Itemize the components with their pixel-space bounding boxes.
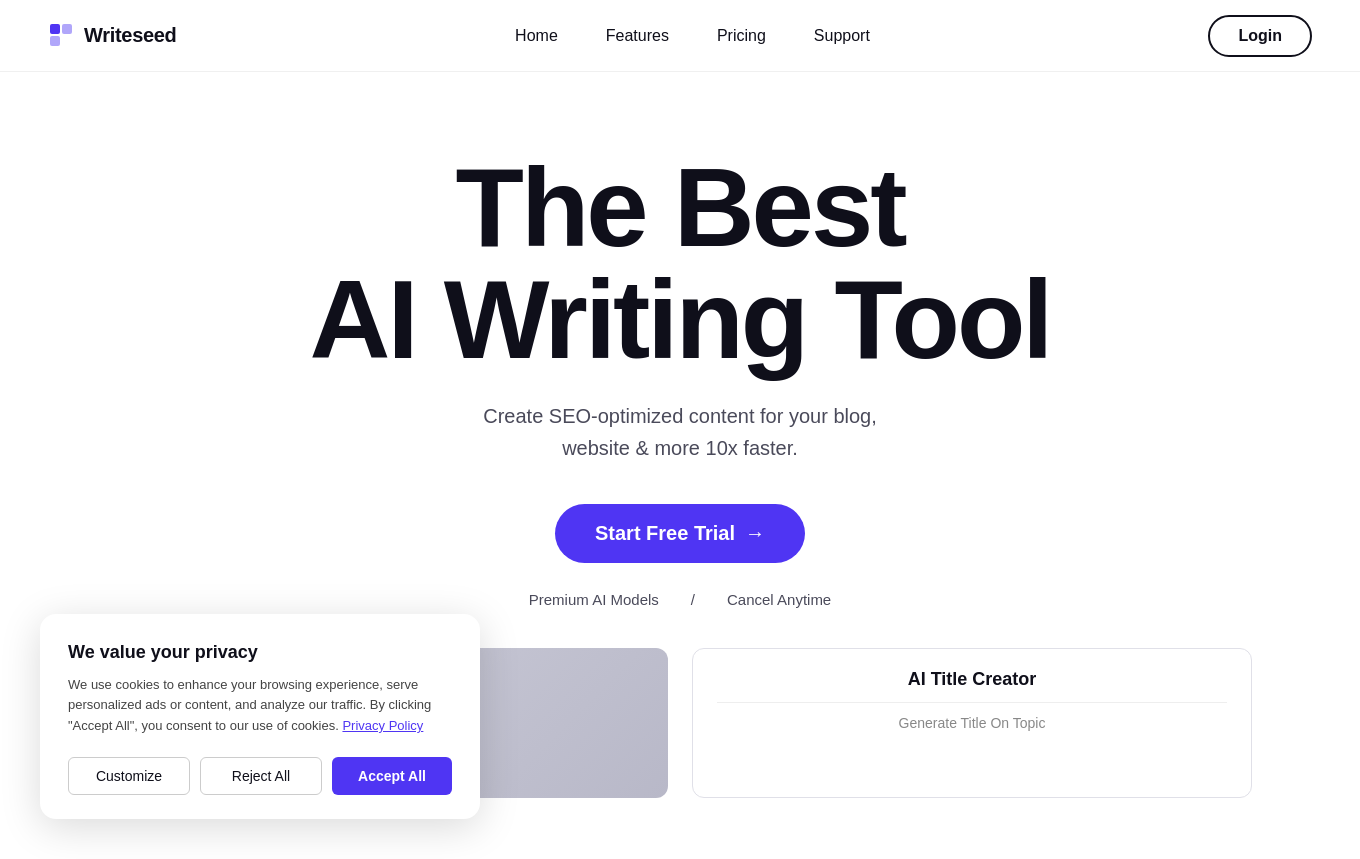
trust-badge-cancel: Cancel Anytime	[727, 591, 831, 608]
svg-rect-2	[50, 36, 60, 46]
reject-all-button[interactable]: Reject All	[200, 757, 322, 795]
cookie-banner: We value your privacy We use cookies to …	[40, 614, 480, 819]
accept-all-button[interactable]: Accept All	[332, 757, 452, 795]
logo-text: Writeseed	[84, 24, 177, 47]
badge-separator: /	[691, 591, 695, 608]
logo[interactable]: Writeseed	[48, 22, 177, 50]
preview-subtitle: Generate Title On Topic	[717, 715, 1227, 731]
start-free-trial-button[interactable]: Start Free Trial →	[555, 504, 805, 563]
preview-divider	[717, 702, 1227, 703]
preview-title: AI Title Creator	[717, 669, 1227, 690]
cookie-buttons: Customize Reject All Accept All	[68, 757, 452, 795]
hero-title: The Best AI Writing Tool	[310, 152, 1051, 376]
cookie-title: We value your privacy	[68, 642, 452, 663]
hero-title-line2: AI Writing Tool	[310, 264, 1051, 376]
customize-button[interactable]: Customize	[68, 757, 190, 795]
privacy-policy-link[interactable]: Privacy Policy	[342, 718, 423, 733]
nav-item-home[interactable]: Home	[515, 27, 558, 45]
navbar: Writeseed Home Features Pricing Support …	[0, 0, 1360, 72]
trust-badges: Premium AI Models / Cancel Anytime	[529, 591, 831, 608]
login-button[interactable]: Login	[1208, 15, 1312, 57]
nav-links: Home Features Pricing Support	[515, 27, 870, 45]
nav-item-pricing[interactable]: Pricing	[717, 27, 766, 45]
logo-icon	[48, 22, 76, 50]
svg-rect-0	[50, 24, 60, 34]
trust-badge-ai-models: Premium AI Models	[529, 591, 659, 608]
cookie-body: We use cookies to enhance your browsing …	[68, 675, 452, 737]
hero-title-line1: The Best	[310, 152, 1051, 264]
hero-subtitle: Create SEO-optimized content for your bl…	[483, 400, 877, 464]
arrow-icon: →	[745, 522, 765, 545]
svg-rect-1	[62, 24, 72, 34]
preview-card-right: AI Title Creator Generate Title On Topic	[692, 648, 1252, 798]
nav-item-features[interactable]: Features	[606, 27, 669, 45]
nav-item-support[interactable]: Support	[814, 27, 870, 45]
